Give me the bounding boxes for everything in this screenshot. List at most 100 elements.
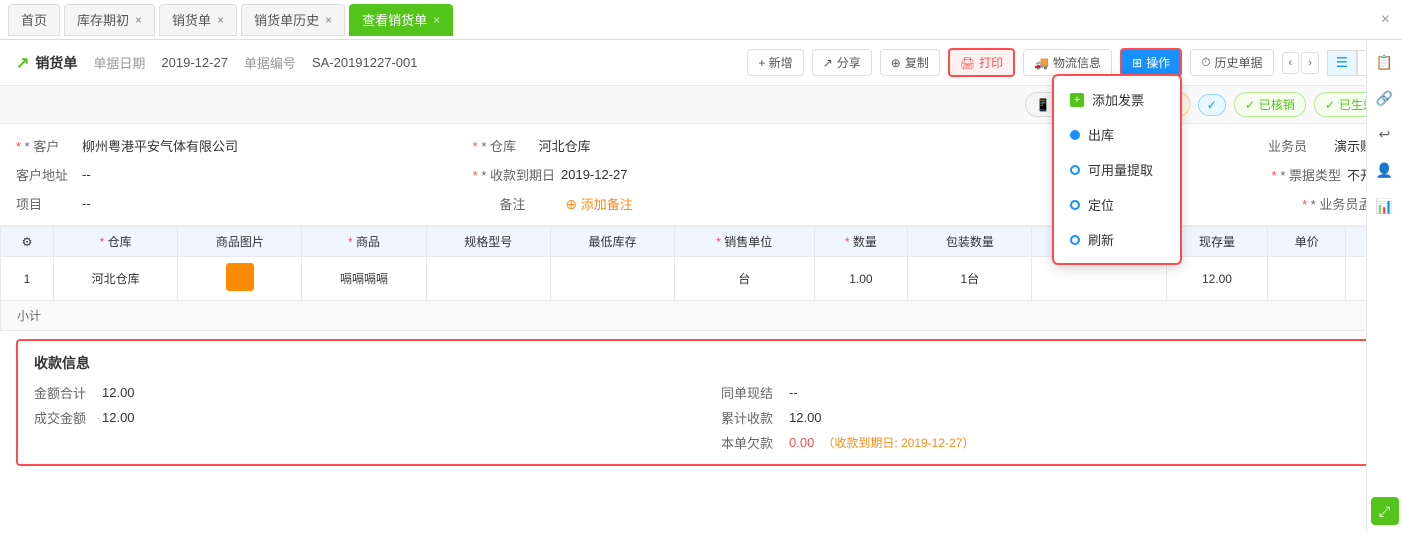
th-warehouse: 仓库 — [54, 227, 178, 257]
row-price — [1268, 257, 1346, 301]
nav-arrows: ‹ › — [1282, 52, 1319, 74]
owe-row: 本单欠款 0.00 （收款到期日: 2019-12-27） — [721, 433, 1368, 452]
operation-dropdown: + 添加发票 出库 可用量提取 定位 刷新 — [1052, 74, 1182, 265]
history-button[interactable]: ⏱ 历史单据 — [1190, 49, 1273, 76]
tab-view-sales[interactable]: 查看销货单 × — [349, 4, 453, 36]
share-button[interactable]: ↗ 分享 — [812, 49, 872, 76]
next-button[interactable]: › — [1301, 52, 1319, 74]
th-unit: 销售单位 — [675, 227, 815, 257]
outbound-icon — [1070, 130, 1080, 140]
project-label: 项目 — [16, 194, 76, 213]
grid-icon: ⊞ — [1132, 56, 1142, 70]
address-value: -- — [82, 167, 91, 182]
locate-icon — [1070, 200, 1080, 210]
tab-sales-order[interactable]: 销货单 × — [159, 4, 237, 36]
print-button[interactable]: 🖨 打印 — [948, 48, 1015, 77]
row-unit: 台 — [675, 257, 815, 301]
dropdown-add-invoice[interactable]: + 添加发票 — [1054, 82, 1180, 117]
product-thumbnail — [226, 263, 254, 291]
sidebar-icon-5[interactable]: 📊 — [1371, 192, 1399, 220]
expand-icon[interactable]: ⤢ — [1371, 497, 1399, 525]
sidebar-icon-3[interactable]: ↩ — [1371, 120, 1399, 148]
check-btn[interactable]: ✓ — [1198, 94, 1226, 116]
add-note-btn[interactable]: ⊕ 添加备注 — [565, 194, 632, 213]
tab-close-history[interactable]: × — [325, 13, 332, 27]
prev-button[interactable]: ‹ — [1282, 52, 1300, 74]
sales-order-icon: ↗ — [16, 53, 29, 73]
th-gear[interactable]: ⚙ — [1, 227, 54, 257]
due-date-label: * 收款到期日 — [473, 165, 555, 184]
footer-info: 收款信息 金额合计 12.00 同单现结 -- 成交金额 12.00 累计收款 … — [16, 339, 1386, 466]
doc-title-text: 销货单 — [35, 53, 77, 73]
single-settle-row: 同单现结 -- — [721, 383, 1368, 402]
warehouse-value: 河北仓库 — [539, 136, 591, 155]
amount-label: 金额合计 — [34, 383, 94, 402]
th-price: 单价 — [1268, 227, 1346, 257]
dropdown-locate[interactable]: 定位 — [1054, 187, 1180, 222]
subtotal-row: 小计 — [1, 301, 1402, 331]
logistics-icon: 🚚 — [1034, 56, 1049, 70]
doc-title-area: ↗ 销货单 — [16, 53, 77, 73]
number-value: SA-20191227-001 — [312, 55, 418, 70]
th-product: 商品 — [302, 227, 426, 257]
customer-label: * 客户 — [16, 136, 76, 155]
due-date-field: * 收款到期日 2019-12-27 — [473, 165, 930, 184]
note-label: 备注 — [499, 194, 559, 213]
project-field: 项目 -- — [16, 194, 459, 213]
operation-button[interactable]: ⊞ 操作 — [1120, 48, 1182, 77]
new-button[interactable]: + 新增 — [747, 49, 803, 76]
form-section: * 客户 柳州粤港平安气体有限公司 * 仓库 河北仓库 业务员 演示账号 客户地… — [0, 124, 1402, 226]
copy-button[interactable]: ⊕ 复制 — [880, 49, 940, 76]
row-warehouse: 河北仓库 — [54, 257, 178, 301]
table-row: 1 河北仓库 嗝嗝嗝嗝 台 1.00 1台 12.00 — [1, 257, 1402, 301]
deal-row: 成交金额 12.00 — [34, 408, 681, 427]
main-content: ↗ 销货单 单据日期 2019-12-27 单据编号 SA-20191227-0… — [0, 40, 1402, 533]
sidebar-icon-1[interactable]: 📋 — [1371, 48, 1399, 76]
tab-close-sales[interactable]: × — [217, 13, 224, 27]
share-icon: ↗ — [823, 56, 833, 70]
available-qty-icon — [1070, 165, 1080, 175]
row-spec — [426, 257, 550, 301]
tab-close-view[interactable]: × — [433, 13, 440, 27]
project-value: -- — [82, 196, 91, 211]
global-close-button[interactable]: × — [1381, 11, 1390, 29]
dropdown-refresh[interactable]: 刷新 — [1054, 222, 1180, 257]
row-product: 嗝嗝嗝嗝 — [302, 257, 426, 301]
sidebar-icon-4[interactable]: 👤 — [1371, 156, 1399, 184]
owe-note: （收款到期日: 2019-12-27） — [822, 434, 974, 451]
footer-grid: 金额合计 12.00 同单现结 -- 成交金额 12.00 累计收款 12.00 — [34, 383, 1368, 452]
logistics-button[interactable]: 🚚 物流信息 — [1023, 49, 1112, 76]
tab-sales-history[interactable]: 销货单历史 × — [241, 4, 345, 36]
tab-inventory-init[interactable]: 库存期初 × — [64, 4, 155, 36]
effective-check-icon: ✓ — [1325, 98, 1335, 112]
history-icon: ⏱ — [1201, 55, 1210, 70]
address-field: 客户地址 -- — [16, 165, 473, 184]
footer-title: 收款信息 — [34, 353, 1368, 373]
table-section: ⚙ 仓库 商品图片 商品 规格型号 最低库存 销售单位 数量 包装数量 可用量 … — [0, 226, 1402, 331]
check-icon: ✓ — [1207, 98, 1217, 112]
salesperson-label: * 业务员孟 — [1302, 194, 1371, 213]
th-pkg-qty: 包装数量 — [908, 227, 1032, 257]
row-min-stock — [550, 257, 674, 301]
number-label: 单据编号 — [244, 53, 296, 72]
dropdown-outbound[interactable]: 出库 — [1054, 117, 1180, 152]
amount-value: 12.00 — [102, 385, 135, 400]
list-view-button[interactable]: ☰ — [1327, 50, 1357, 76]
owe-value: 0.00 — [789, 435, 814, 450]
sidebar-icon-2[interactable]: 🔗 — [1371, 84, 1399, 112]
cumulative-row: 累计收款 12.00 — [721, 408, 1368, 427]
row-pkg-qty: 1台 — [908, 257, 1032, 301]
sold-btn[interactable]: ✓ 已核销 — [1234, 92, 1306, 117]
warehouse-field: * 仓库 河北仓库 — [473, 136, 930, 155]
staff-label: 业务员 — [1268, 136, 1328, 155]
dropdown-available-qty[interactable]: 可用量提取 — [1054, 152, 1180, 187]
phone-icon: 📱 — [1036, 98, 1051, 112]
data-table: ⚙ 仓库 商品图片 商品 规格型号 最低库存 销售单位 数量 包装数量 可用量 … — [0, 226, 1402, 331]
cumulative-value: 12.00 — [789, 410, 822, 425]
date-label: 单据日期 — [93, 53, 145, 72]
tab-home[interactable]: 首页 — [8, 4, 60, 36]
print-icon: 🖨 — [960, 56, 975, 70]
amount-row: 金额合计 12.00 — [34, 383, 681, 402]
tab-close-inventory[interactable]: × — [135, 13, 142, 27]
date-value: 2019-12-27 — [161, 55, 228, 70]
